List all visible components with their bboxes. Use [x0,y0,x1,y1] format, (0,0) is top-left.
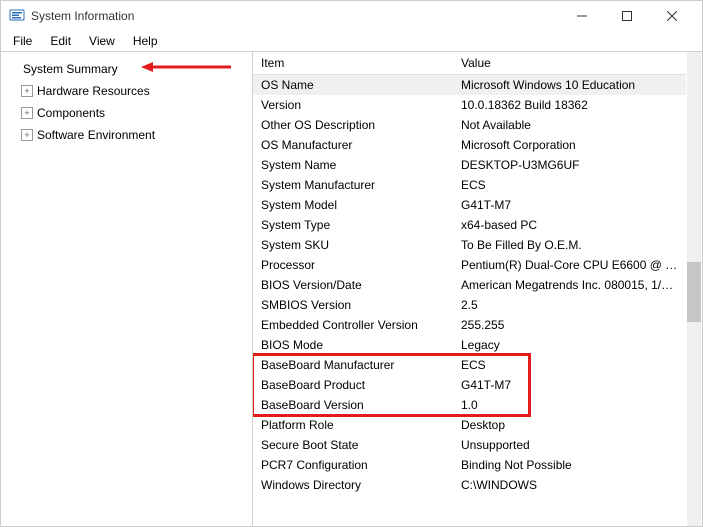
cell-value: 1.0 [453,395,686,415]
tree-label: System Summary [23,60,118,78]
cell-value: Not Available [453,115,686,135]
cell-item: Embedded Controller Version [253,315,453,335]
spacer [7,63,19,75]
cell-value: ECS [453,355,686,375]
cell-value: Microsoft Corporation [453,135,686,155]
tree-item[interactable]: + Components [3,102,252,124]
table-header-row: Item Value [253,52,686,75]
tree-label: Hardware Resources [37,82,150,100]
cell-value: G41T-M7 [453,195,686,215]
menu-file[interactable]: File [5,32,40,50]
expand-icon[interactable]: + [21,129,33,141]
cell-item: System Model [253,195,453,215]
table-row[interactable]: System NameDESKTOP-U3MG6UF [253,155,686,175]
table-row[interactable]: System ManufacturerECS [253,175,686,195]
cell-value: x64-based PC [453,215,686,235]
cell-item: Version [253,95,453,115]
scrollbar-thumb[interactable] [687,262,701,322]
cell-value: Desktop [453,415,686,435]
menu-help[interactable]: Help [125,32,166,50]
cell-item: BaseBoard Manufacturer [253,355,453,375]
cell-value: Binding Not Possible [453,455,686,475]
table-row[interactable]: BaseBoard ProductG41T-M7 [253,375,686,395]
cell-item: OS Name [253,75,453,96]
details-table: Item Value OS NameMicrosoft Windows 10 E… [253,52,686,495]
tree-label: Components [37,104,105,122]
cell-item: BaseBoard Product [253,375,453,395]
content-area: System Summary + Hardware Resources + Compo… [1,51,702,526]
cell-value: ECS [453,175,686,195]
cell-item: Processor [253,255,453,275]
cell-item: BIOS Mode [253,335,453,355]
expand-icon[interactable]: + [21,85,33,97]
cell-value: Pentium(R) Dual-Core CPU E6600 @ 3.0 [453,255,686,275]
table-scroll[interactable]: Item Value OS NameMicrosoft Windows 10 E… [253,52,686,526]
cell-value: C:\WINDOWS [453,475,686,495]
cell-item: System Name [253,155,453,175]
tree-label: Software Environment [37,126,155,144]
cell-item: BaseBoard Version [253,395,453,415]
cell-item: OS Manufacturer [253,135,453,155]
titlebar: System Information [1,1,702,31]
cell-item: SMBIOS Version [253,295,453,315]
cell-item: Secure Boot State [253,435,453,455]
cell-item: System SKU [253,235,453,255]
details-panel: Item Value OS NameMicrosoft Windows 10 E… [253,52,702,526]
table-row[interactable]: Windows DirectoryC:\WINDOWS [253,475,686,495]
table-row[interactable]: PCR7 ConfigurationBinding Not Possible [253,455,686,475]
maximize-button[interactable] [604,1,649,31]
cell-value: 10.0.18362 Build 18362 [453,95,686,115]
col-header-item[interactable]: Item [253,52,453,75]
table-row[interactable]: ProcessorPentium(R) Dual-Core CPU E6600 … [253,255,686,275]
app-icon [9,8,25,24]
cell-value: DESKTOP-U3MG6UF [453,155,686,175]
table-row[interactable]: OS ManufacturerMicrosoft Corporation [253,135,686,155]
table-row[interactable]: Secure Boot StateUnsupported [253,435,686,455]
cell-value: Microsoft Windows 10 Education [453,75,686,96]
cell-item: PCR7 Configuration [253,455,453,475]
expand-icon[interactable]: + [21,107,33,119]
table-row[interactable]: BaseBoard ManufacturerECS [253,355,686,375]
cell-item: System Type [253,215,453,235]
cell-value: Unsupported [453,435,686,455]
menu-edit[interactable]: Edit [42,32,79,50]
window-title: System Information [31,9,559,23]
cell-value: American Megatrends Inc. 080015, 1/12/11 [453,275,686,295]
cell-item: Windows Directory [253,475,453,495]
table-row[interactable]: System ModelG41T-M7 [253,195,686,215]
minimize-button[interactable] [559,1,604,31]
cell-value: 255.255 [453,315,686,335]
table-row[interactable]: SMBIOS Version2.5 [253,295,686,315]
navigation-tree: System Summary + Hardware Resources + Compo… [1,52,253,526]
window-controls [559,1,694,31]
cell-value: Legacy [453,335,686,355]
cell-item: Platform Role [253,415,453,435]
cell-item: System Manufacturer [253,175,453,195]
cell-item: Other OS Description [253,115,453,135]
table-row[interactable]: System Typex64-based PC [253,215,686,235]
col-header-value[interactable]: Value [453,52,686,75]
menu-view[interactable]: View [81,32,123,50]
cell-value: 2.5 [453,295,686,315]
tree-item[interactable]: + Hardware Resources [3,80,252,102]
close-button[interactable] [649,1,694,31]
menubar: File Edit View Help [1,31,702,51]
table-row[interactable]: System SKUTo Be Filled By O.E.M. [253,235,686,255]
table-row[interactable]: Version10.0.18362 Build 18362 [253,95,686,115]
tree-item[interactable]: + Software Environment [3,124,252,146]
cell-item: BIOS Version/Date [253,275,453,295]
table-row[interactable]: OS NameMicrosoft Windows 10 Education [253,75,686,96]
table-row[interactable]: Platform RoleDesktop [253,415,686,435]
cell-value: G41T-M7 [453,375,686,395]
table-row[interactable]: Embedded Controller Version255.255 [253,315,686,335]
cell-value: To Be Filled By O.E.M. [453,235,686,255]
annotation-arrow [141,60,231,74]
table-row[interactable]: BaseBoard Version1.0 [253,395,686,415]
table-row[interactable]: Other OS DescriptionNot Available [253,115,686,135]
table-row[interactable]: BIOS ModeLegacy [253,335,686,355]
table-row[interactable]: BIOS Version/DateAmerican Megatrends Inc… [253,275,686,295]
